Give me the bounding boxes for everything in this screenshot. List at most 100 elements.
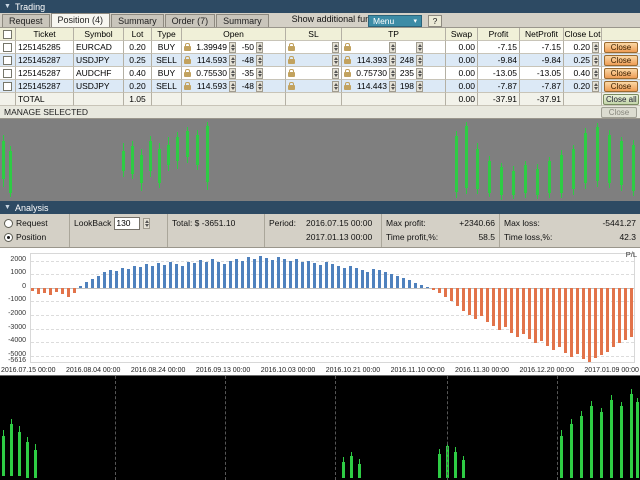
spinner-icon[interactable] (229, 80, 236, 92)
lock-icon[interactable] (288, 81, 295, 90)
spinner-icon[interactable] (592, 80, 599, 92)
open-price[interactable]: 114.593 (193, 81, 227, 91)
open-price[interactable]: 114.593 (193, 55, 227, 65)
collapse-arrow-icon[interactable] (4, 3, 11, 10)
lock-icon[interactable] (344, 68, 351, 77)
close-lot-value[interactable]: 0.40 (566, 68, 590, 78)
tp-pips[interactable]: 235 (398, 68, 414, 78)
col-ticket[interactable]: Ticket (16, 28, 74, 41)
radio-position-option[interactable]: Position (4, 230, 65, 244)
lock-icon[interactable] (184, 55, 191, 64)
row-checkbox[interactable] (0, 80, 16, 93)
col-type[interactable]: Type (152, 28, 182, 41)
candlestick-body (167, 145, 170, 165)
lock-icon[interactable] (288, 42, 295, 51)
col-symbol[interactable]: Symbol (74, 28, 124, 41)
col-tp[interactable]: TP (342, 28, 446, 41)
select-all-checkbox[interactable] (0, 28, 16, 41)
close-all-button[interactable]: Close all (603, 93, 639, 105)
close-button[interactable]: Close (604, 54, 638, 66)
spinner-icon[interactable] (389, 41, 396, 53)
tp-price[interactable]: 114.393 (353, 55, 387, 65)
spinner-icon[interactable] (332, 80, 339, 92)
open-pips[interactable]: -48 (238, 81, 254, 91)
type-cell: BUY (152, 67, 182, 80)
spinner-icon[interactable] (389, 80, 396, 92)
spinner-icon[interactable] (229, 67, 236, 79)
spinner-icon[interactable] (332, 41, 339, 53)
close-lot-value[interactable]: 0.20 (566, 81, 590, 91)
spinner-icon[interactable] (416, 67, 423, 79)
spinner-icon[interactable] (592, 67, 599, 79)
open-pips[interactable]: -48 (238, 55, 254, 65)
spinner-icon[interactable] (229, 41, 236, 53)
row-checkbox[interactable] (0, 41, 16, 54)
spinner-icon[interactable] (229, 54, 236, 66)
lock-icon[interactable] (344, 81, 351, 90)
row-checkbox[interactable] (0, 67, 16, 80)
lock-icon[interactable] (288, 55, 295, 64)
tp-price[interactable]: 0.75730 (353, 68, 387, 78)
spinner-icon[interactable] (592, 41, 599, 53)
radio-selected-icon[interactable] (4, 232, 13, 242)
close-button[interactable]: Close (604, 41, 638, 53)
spinner-icon[interactable] (416, 80, 423, 92)
spinner-icon[interactable] (256, 80, 263, 92)
lookback-spinner[interactable] (143, 217, 151, 229)
col-swap[interactable]: Swap (446, 28, 478, 41)
close-button[interactable]: Close (604, 80, 638, 92)
col-closelot[interactable]: Close Lot (564, 28, 602, 41)
spinner-icon[interactable] (256, 41, 263, 53)
tab-order[interactable]: Order (7) (164, 14, 216, 27)
tp-pips[interactable]: 248 (398, 55, 414, 65)
tab-summary-1[interactable]: Summary (111, 14, 164, 27)
spinner-icon[interactable] (256, 54, 263, 66)
spinner-icon[interactable] (592, 54, 599, 66)
spinner-icon[interactable] (332, 67, 339, 79)
lookback-input[interactable] (114, 216, 141, 230)
position-row[interactable]: 125145287 USDJPY 0.20 SELL 114.593 -48 114.443… (0, 80, 640, 93)
close-lot-value[interactable]: 0.25 (566, 55, 590, 65)
lock-icon[interactable] (344, 55, 351, 64)
col-netprofit[interactable]: NetProfit (520, 28, 564, 41)
tp-pips[interactable]: 198 (398, 81, 414, 91)
help-button[interactable]: ? (428, 15, 442, 27)
radio-request-option[interactable]: Request (4, 216, 65, 230)
spinner-icon[interactable] (332, 54, 339, 66)
open-price[interactable]: 1.39949 (193, 42, 227, 52)
tab-request[interactable]: Request (2, 14, 50, 27)
menu-dropdown[interactable]: Menu (368, 15, 422, 27)
tp-price[interactable]: 114.443 (353, 81, 387, 91)
spinner-icon[interactable] (389, 54, 396, 66)
position-row[interactable]: 125145287 USDJPY 0.25 SELL 114.593 -48 114.393… (0, 54, 640, 67)
tab-position[interactable]: Position (4) (50, 13, 111, 27)
open-pips[interactable]: -35 (238, 68, 254, 78)
open-pips[interactable]: -50 (238, 42, 254, 52)
lock-icon[interactable] (184, 42, 191, 51)
close-selected-button[interactable]: Close sel (601, 106, 637, 126)
lock-icon[interactable] (344, 42, 351, 51)
close-button[interactable]: Close (604, 67, 638, 79)
pl-bar (618, 287, 621, 344)
col-lot[interactable]: Lot (124, 28, 152, 41)
analysis-panel-titlebar[interactable]: Analysis (0, 201, 640, 214)
col-open[interactable]: Open (182, 28, 286, 41)
lock-icon[interactable] (184, 81, 191, 90)
collapse-arrow-icon[interactable] (4, 204, 11, 211)
spinner-icon[interactable] (416, 41, 423, 53)
lock-icon[interactable] (184, 68, 191, 77)
spinner-icon[interactable] (256, 67, 263, 79)
row-checkbox[interactable] (0, 54, 16, 67)
radio-unselected-icon[interactable] (4, 218, 13, 228)
position-row[interactable]: 125145285 EURCAD 0.20 BUY 1.39949 -50 0.00 -7.1… (0, 41, 640, 54)
lock-icon[interactable] (288, 68, 295, 77)
open-price[interactable]: 0.75530 (193, 68, 227, 78)
time-profit-label: Time profit,%: (386, 232, 439, 242)
tab-summary-2[interactable]: Summary (216, 14, 269, 27)
col-profit[interactable]: Profit (478, 28, 520, 41)
spinner-icon[interactable] (416, 54, 423, 66)
close-lot-value[interactable]: 0.20 (566, 42, 590, 52)
spinner-icon[interactable] (389, 67, 396, 79)
position-row[interactable]: 125145287 AUDCHF 0.40 BUY 0.75530 -35 0.75730 2… (0, 67, 640, 80)
col-sl[interactable]: SL (286, 28, 342, 41)
